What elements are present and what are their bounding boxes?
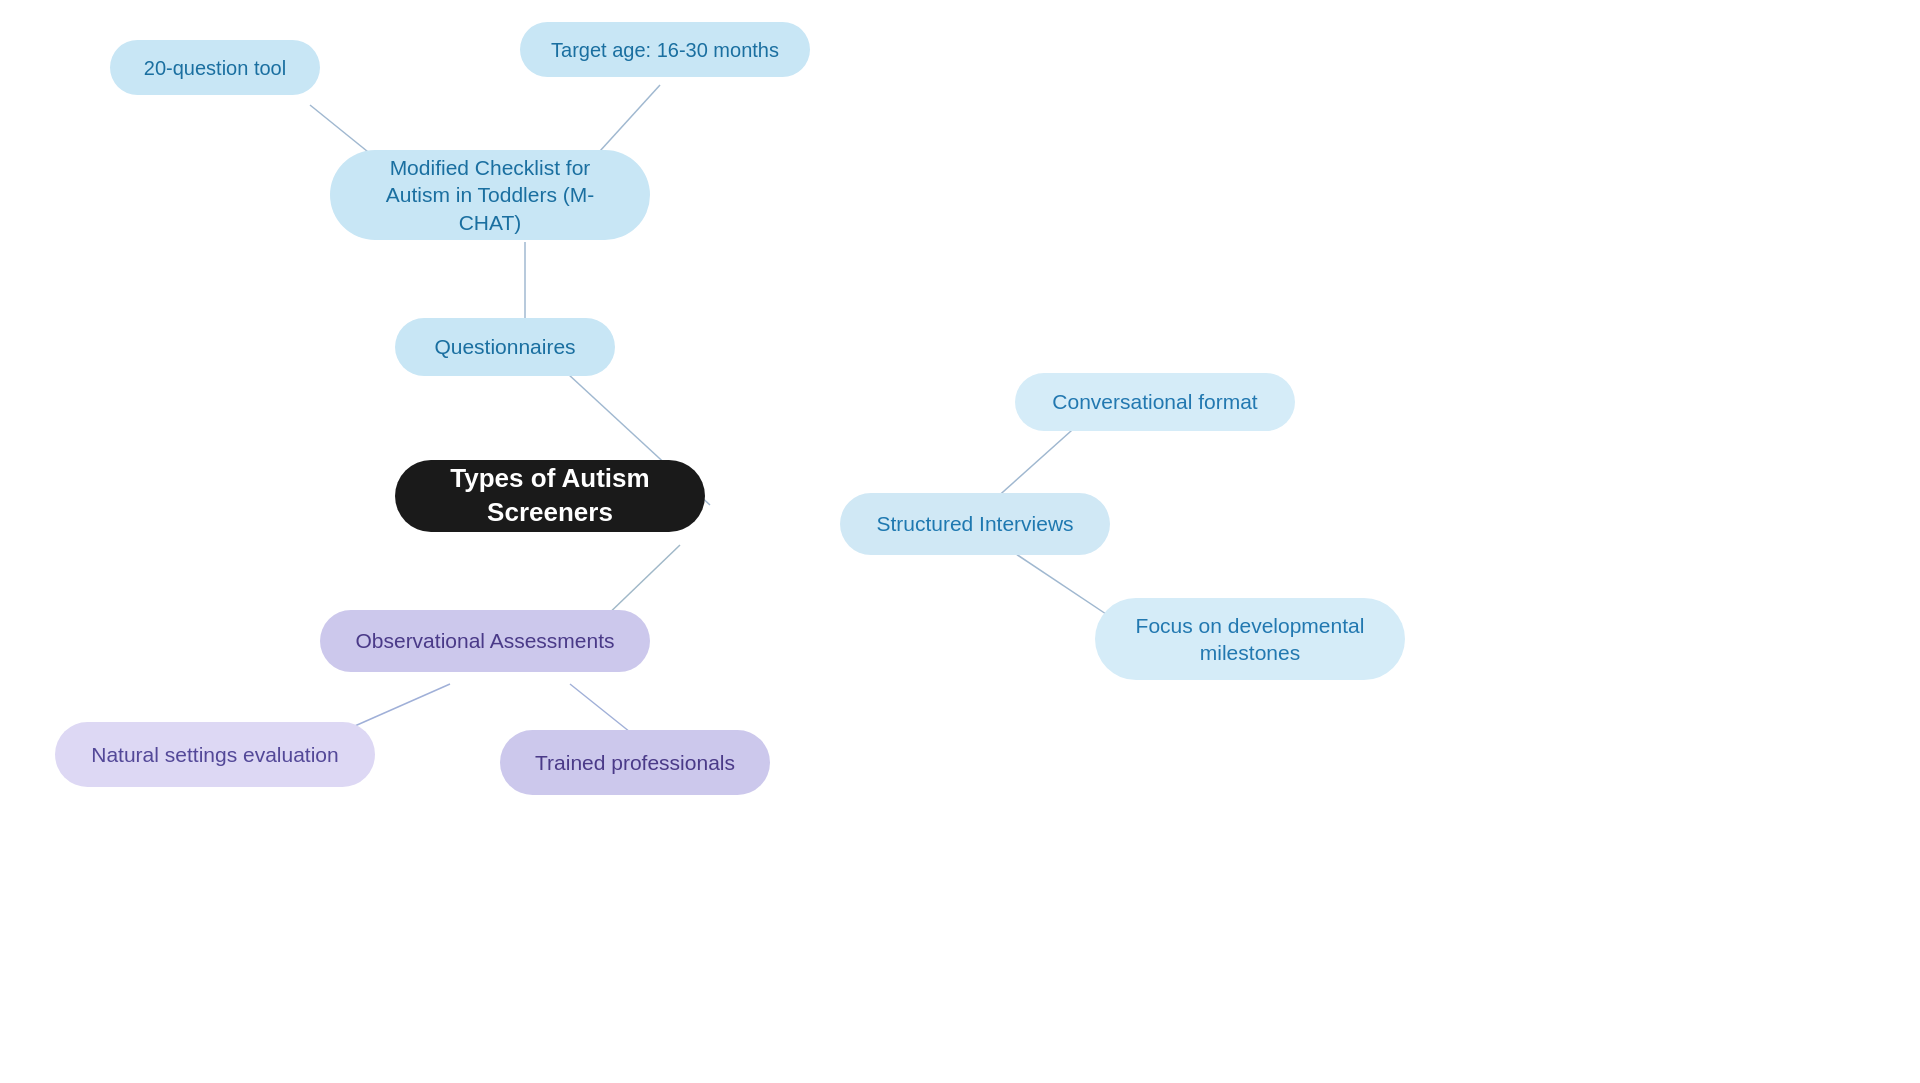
developmental-milestones-node: Focus on developmental milestones <box>1095 598 1405 680</box>
observational-assessments-node: Observational Assessments <box>320 610 650 672</box>
structured-interviews-node: Structured Interviews <box>840 493 1110 555</box>
mind-map: Types of Autism Screeners Questionnaires… <box>0 0 1920 1083</box>
target-age-node: Target age: 16-30 months <box>520 22 810 77</box>
svg-line-6 <box>1010 550 1115 620</box>
questionnaires-node: Questionnaires <box>395 318 615 376</box>
mchat-node: Modified Checklist for Autism in Toddler… <box>330 150 650 240</box>
conversational-format-node: Conversational format <box>1015 373 1295 431</box>
natural-settings-node: Natural settings evaluation <box>55 722 375 787</box>
center-node: Types of Autism Screeners <box>395 460 705 532</box>
trained-professionals-node: Trained professionals <box>500 730 770 795</box>
twenty-question-node: 20-question tool <box>110 40 320 95</box>
